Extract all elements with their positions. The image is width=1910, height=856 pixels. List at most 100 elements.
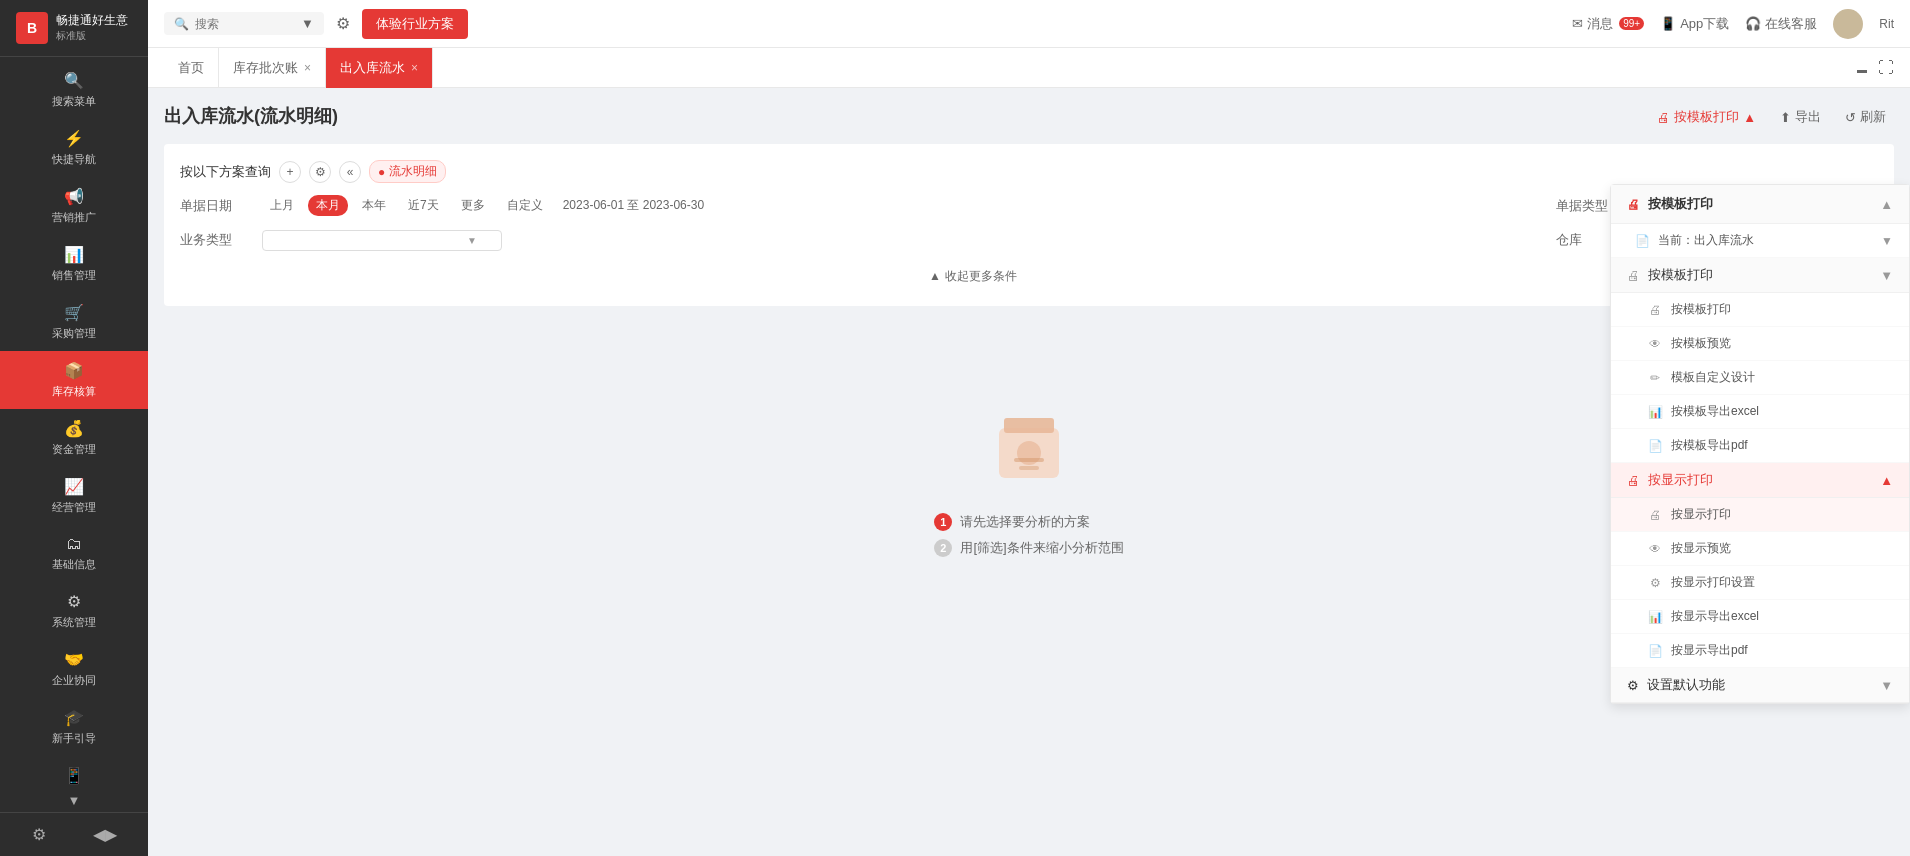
page-title: 出入库流水(流水明细): [164, 104, 1894, 128]
display-excel-icon: 📊: [1647, 609, 1663, 625]
tab-inout[interactable]: 出入库流水 ×: [326, 48, 433, 88]
template-preview-item[interactable]: 👁 按模板预览: [1611, 327, 1909, 361]
sidebar-item-label: 经营管理: [52, 500, 96, 515]
print-panel-title: 🖨 按模板打印: [1627, 195, 1713, 213]
display-pdf-item[interactable]: 📄 按显示导出pdf: [1611, 634, 1909, 668]
template-design-item[interactable]: ✏ 模板自定义设计: [1611, 361, 1909, 395]
sidebar-item-corp[interactable]: 🤝 企业协同: [0, 640, 148, 698]
display-settings-item[interactable]: ⚙ 按显示打印设置: [1611, 566, 1909, 600]
filter-header-label: 按以下方案查询: [180, 163, 271, 181]
download-icon: 📱: [1660, 16, 1676, 31]
sidebar-item-shortcut[interactable]: ⚡ 快捷导航: [0, 119, 148, 177]
current-icon: 📄: [1635, 234, 1650, 248]
app-name: 畅捷通好生意: [56, 13, 128, 29]
display-preview-item[interactable]: 👁 按显示预览: [1611, 532, 1909, 566]
sidebar-item-guide[interactable]: 🎓 新手引导: [0, 698, 148, 756]
refresh-button[interactable]: ↺ 刷新: [1837, 104, 1894, 130]
operation-icon: 📈: [64, 477, 84, 496]
sidebar-scroll-down[interactable]: ▼: [0, 789, 148, 812]
empty-step-1: 1 请先选择要分析的方案: [934, 513, 1123, 531]
settings-footer-icon[interactable]: ⚙: [32, 825, 46, 844]
date-tab-last-7[interactable]: 近7天: [400, 195, 447, 216]
print-current-item[interactable]: 📄 当前：出入库流水 ▼: [1611, 224, 1909, 258]
sidebar-item-search[interactable]: 🔍 搜索菜单: [0, 61, 148, 119]
sidebar-item-purchase[interactable]: 🛒 采购管理: [0, 293, 148, 351]
display-excel-item[interactable]: 📊 按显示导出excel: [1611, 600, 1909, 634]
template-print-label: 按模板打印: [1648, 266, 1713, 284]
tab-inout-close[interactable]: ×: [411, 61, 418, 75]
sidebar-item-inventory[interactable]: 📦 库存核算: [0, 351, 148, 409]
date-tab-this-month[interactable]: 本月: [308, 195, 348, 216]
header-gear-icon[interactable]: ⚙: [336, 14, 350, 33]
header-search-input[interactable]: [195, 17, 295, 31]
date-tab-more[interactable]: 更多: [453, 195, 493, 216]
svg-rect-1: [1004, 418, 1054, 433]
template-pdf-item[interactable]: 📄 按模板导出pdf: [1611, 429, 1909, 463]
display-print-item-1[interactable]: 🖨 按显示打印: [1611, 498, 1909, 532]
template-print-sub-icon: 🖨: [1647, 302, 1663, 318]
sidebar-item-label: 新手引导: [52, 731, 96, 746]
template-print-item-1[interactable]: 🖨 按模板打印: [1611, 293, 1909, 327]
user-avatar[interactable]: [1833, 9, 1863, 39]
collapse-label: 收起更多条件: [945, 268, 1017, 285]
trial-button[interactable]: 体验行业方案: [362, 9, 468, 39]
search-dropdown-icon[interactable]: ▼: [301, 16, 314, 31]
logo-text-group: 畅捷通好生意 标准版: [56, 13, 128, 43]
tab-batch-close[interactable]: ×: [304, 61, 311, 75]
template-excel-item[interactable]: 📊 按模板导出excel: [1611, 395, 1909, 429]
sidebar-item-operation[interactable]: 📈 经营管理: [0, 467, 148, 525]
tab-maximize-icon[interactable]: ⛶: [1878, 59, 1894, 77]
search-icon: 🔍: [64, 71, 84, 90]
display-settings-icon: ⚙: [1647, 575, 1663, 591]
filter-add-button[interactable]: +: [279, 161, 301, 183]
filter-header: 按以下方案查询 + ⚙ « ● 流水明细: [180, 160, 1878, 183]
empty-step-2: 2 用[筛选]条件来缩小分析范围: [934, 539, 1123, 557]
default-settings-header[interactable]: ⚙ 设置默认功能 ▼: [1611, 668, 1909, 703]
current-arrow-icon: ▼: [1881, 234, 1893, 248]
filter-active-tag[interactable]: ● 流水明细: [369, 160, 446, 183]
collapse-conditions-btn[interactable]: ▲ 收起更多条件: [929, 262, 1017, 290]
message-icon: ✉: [1572, 16, 1583, 31]
inventory-icon: 📦: [64, 361, 84, 380]
collapse-sidebar-icon[interactable]: ◀▶: [93, 825, 117, 844]
biz-type-select[interactable]: ▼: [262, 230, 502, 251]
sidebar-item-label: 搜索菜单: [52, 94, 96, 109]
template-print-icon: 🖨: [1627, 268, 1640, 283]
print-panel-collapse-icon[interactable]: ▲: [1880, 197, 1893, 212]
filter-collapse-btn[interactable]: «: [339, 161, 361, 183]
app-download-button[interactable]: 📱 App下载: [1660, 15, 1729, 33]
template-print-header[interactable]: 🖨 按模板打印 ▼: [1611, 258, 1909, 293]
date-tab-this-year[interactable]: 本年: [354, 195, 394, 216]
default-settings-inner: ⚙ 设置默认功能: [1627, 676, 1725, 694]
sidebar-item-label: 资金管理: [52, 442, 96, 457]
display-print-header[interactable]: 🖨 按显示打印 ▲: [1611, 463, 1909, 498]
message-button[interactable]: ✉ 消息 99+: [1572, 15, 1644, 33]
header-right: ✉ 消息 99+ 📱 App下载 🎧 在线客服 Rit: [1572, 9, 1894, 39]
tab-home[interactable]: 首页: [164, 48, 219, 88]
date-tab-custom[interactable]: 自定义: [499, 195, 551, 216]
print-panel-icon: 🖨: [1627, 197, 1640, 212]
sidebar-item-sales[interactable]: 📊 销售管理: [0, 235, 148, 293]
export-button[interactable]: ⬆ 导出: [1772, 104, 1829, 130]
template-pdf-icon: 📄: [1647, 438, 1663, 454]
print-button[interactable]: 🖨 按模板打印 ▲: [1649, 104, 1764, 130]
message-badge: 99+: [1619, 17, 1644, 30]
print-panel-title-text: 按模板打印: [1648, 195, 1713, 213]
header-search-box[interactable]: 🔍 ▼: [164, 12, 324, 35]
template-pdf-label: 按模板导出pdf: [1671, 437, 1748, 454]
filter-settings-btn[interactable]: ⚙: [309, 161, 331, 183]
date-tab-last-month[interactable]: 上月: [262, 195, 302, 216]
sidebar-item-finance[interactable]: 💰 资金管理: [0, 409, 148, 467]
sidebar-item-apps[interactable]: 📱 应用中心: [0, 756, 148, 789]
tab-batch[interactable]: 库存批次账 ×: [219, 48, 326, 88]
online-service-button[interactable]: 🎧 在线客服: [1745, 15, 1817, 33]
shortcut-icon: ⚡: [64, 129, 84, 148]
corp-icon: 🤝: [64, 650, 84, 669]
app-download-label: App下载: [1680, 15, 1729, 33]
sidebar-item-label: 基础信息: [52, 557, 96, 572]
sidebar-item-system[interactable]: ⚙ 系统管理: [0, 582, 148, 640]
sidebar-item-marketing[interactable]: 📢 营销推广: [0, 177, 148, 235]
sidebar-item-basic[interactable]: 🗂 基础信息: [0, 525, 148, 582]
top-header: 🔍 ▼ ⚙ 体验行业方案 ✉ 消息 99+ 📱 App下载 🎧: [148, 0, 1910, 48]
tab-minimize-icon[interactable]: 🗕: [1854, 59, 1870, 77]
